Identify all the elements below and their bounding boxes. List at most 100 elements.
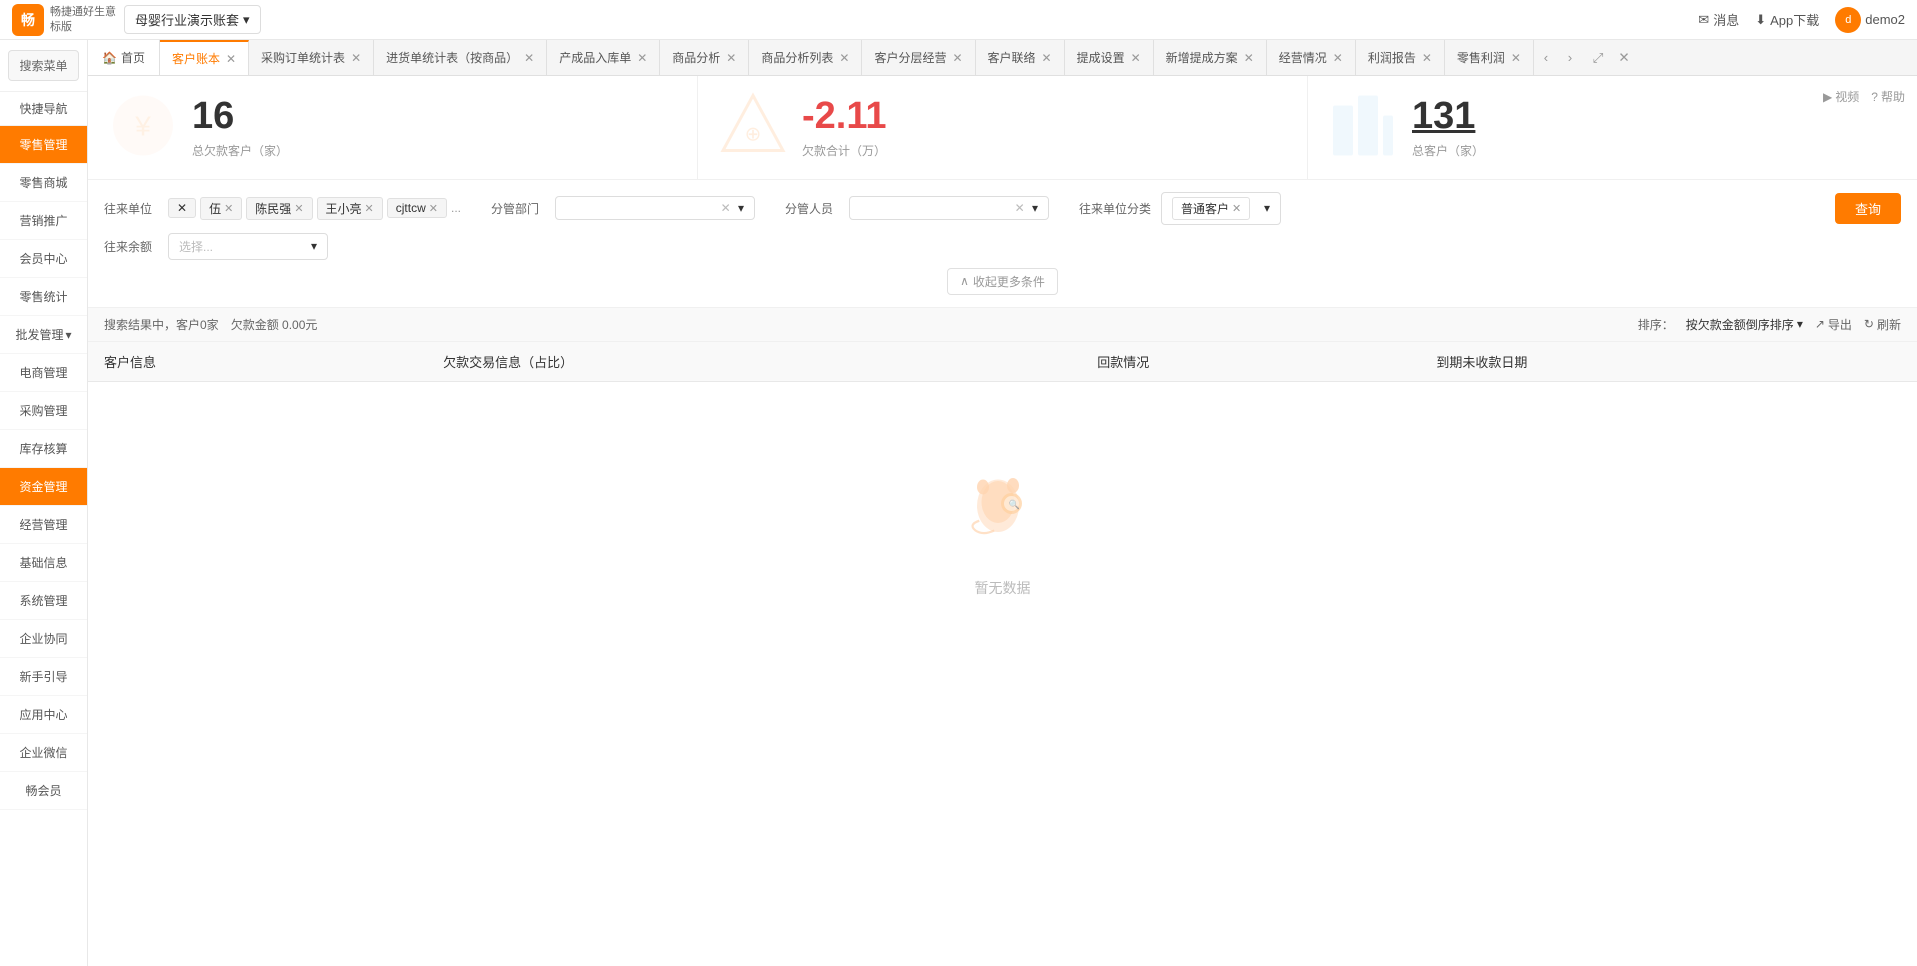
tab-close-icon[interactable]: ✕ (1333, 51, 1343, 65)
sidebar-item-retail-mall[interactable]: 零售商城 (0, 164, 87, 202)
sidebar-item-ecommerce[interactable]: 电商管理 (0, 354, 87, 392)
tab-profit-report[interactable]: 利润报告 ✕ (1356, 40, 1445, 76)
tab-goods-analysis-list[interactable]: 商品分析列表 ✕ (749, 40, 862, 76)
quick-nav-button[interactable]: 快捷导航 (0, 92, 87, 126)
stat-block-total: 131 总客户（家） ▶ 视频 ? 帮助 (1308, 76, 1917, 179)
unit-tag-cjttcw[interactable]: cjttcw ✕ (387, 198, 447, 218)
tab-production-inbound[interactable]: 产成品入库单 ✕ (547, 40, 660, 76)
sidebar-item-retail[interactable]: 零售管理 (0, 126, 87, 164)
tab-close-icon[interactable]: ✕ (952, 51, 962, 65)
tab-new-commission[interactable]: 新增提成方案 ✕ (1154, 40, 1267, 76)
tab-home[interactable]: 🏠 首页 (88, 40, 160, 76)
stat-value-amount: -2.11 (802, 96, 887, 138)
sort-prefix: 排序： (1638, 316, 1674, 333)
tag-close-icon[interactable]: ✕ (429, 202, 438, 215)
balance-select[interactable]: 选择... ▾ (168, 233, 328, 260)
tab-close-icon[interactable]: ✕ (1131, 51, 1141, 65)
unit-tag-wu[interactable]: 伍 ✕ (200, 197, 242, 220)
sidebar-item-marketing[interactable]: 营销推广 (0, 202, 87, 240)
dept-label: 分管部门 (491, 200, 545, 217)
sidebar-item-system[interactable]: 系统管理 (0, 582, 87, 620)
tab-close-icon[interactable]: ✕ (839, 51, 849, 65)
category-tag[interactable]: 普通客户 ✕ (1172, 197, 1250, 220)
home-icon: 🏠 (102, 51, 117, 65)
collapse-button[interactable]: ∧ 收起更多条件 (947, 268, 1058, 295)
search-menu-button[interactable]: 搜索菜单 (8, 50, 79, 81)
clear-icon[interactable]: ✕ (1015, 201, 1025, 215)
tab-close-icon[interactable]: ✕ (637, 51, 647, 65)
unit-tag-all[interactable]: ✕ (168, 198, 196, 218)
tag-close-icon[interactable]: ✕ (224, 202, 233, 215)
tab-close-icon[interactable]: ✕ (1042, 51, 1052, 65)
sidebar-item-newbie[interactable]: 新手引导 (0, 658, 87, 696)
tab-close-icon[interactable]: ✕ (524, 51, 534, 65)
tab-close-icon[interactable]: ✕ (226, 52, 236, 66)
sort-select[interactable]: 按欠款金额倒序排序 ▾ (1686, 316, 1803, 333)
sidebar-item-inventory[interactable]: 库存核算 (0, 430, 87, 468)
sidebar-item-app-center[interactable]: 应用中心 (0, 696, 87, 734)
sidebar-item-cooperation[interactable]: 企业协同 (0, 620, 87, 658)
dept-select[interactable]: ✕ ▾ (555, 196, 755, 220)
svg-text:⊕: ⊕ (745, 124, 762, 146)
export-button[interactable]: ↗ 导出 (1815, 316, 1852, 333)
tab-commission-settings[interactable]: 提成设置 ✕ (1065, 40, 1154, 76)
tag-close-icon[interactable]: ✕ (294, 202, 303, 215)
sidebar-item-purchase[interactable]: 采购管理 (0, 392, 87, 430)
empty-text: 暂无数据 (975, 578, 1031, 598)
person-label: 分管人员 (785, 200, 839, 217)
results-amount: 欠款金额 0.00元 (231, 316, 318, 333)
tag-close-icon[interactable]: ✕ (365, 202, 374, 215)
app-download-btn[interactable]: ⬇ App下载 (1755, 10, 1819, 29)
tab-customer-tier[interactable]: 客户分层经营 ✕ (862, 40, 975, 76)
tab-nav-left[interactable]: ‹ (1534, 40, 1558, 76)
clear-icon[interactable]: ✕ (721, 201, 731, 215)
tab-customer-ledger[interactable]: 客户账本 ✕ (160, 40, 249, 76)
tab-operations[interactable]: 经营情况 ✕ (1267, 40, 1356, 76)
results-info-right: 排序： 按欠款金额倒序排序 ▾ ↗ 导出 ↻ 刷新 (1638, 316, 1901, 333)
empty-state: 🔍 暂无数据 (88, 382, 1917, 678)
tab-goods-analysis[interactable]: 商品分析 ✕ (660, 40, 749, 76)
tab-purchase-order[interactable]: 采购订单统计表 ✕ (249, 40, 374, 76)
tab-customer-contact[interactable]: 客户联络 ✕ (976, 40, 1065, 76)
stat-label-amount: 欠款合计（万） (802, 142, 886, 159)
tag-close-icon[interactable]: ✕ (1232, 202, 1241, 215)
tab-close-icon[interactable]: ✕ (1511, 51, 1521, 65)
unit-tags: ✕ 伍 ✕ 陈民强 ✕ 王小亮 ✕ (168, 197, 461, 220)
account-selector[interactable]: 母婴行业演示账套 ▾ (124, 5, 261, 34)
sidebar-item-retail-stats[interactable]: 零售统计 (0, 278, 87, 316)
sidebar-item-operations[interactable]: 经营管理 (0, 506, 87, 544)
help-action-btn[interactable]: ? 帮助 (1871, 88, 1905, 105)
video-action-btn[interactable]: ▶ 视频 (1823, 88, 1859, 105)
category-select[interactable]: 普通客户 ✕ ▾ (1161, 192, 1281, 225)
sidebar-item-wholesale[interactable]: 批发管理 ▾ (0, 316, 87, 354)
export-icon: ↗ (1815, 317, 1825, 331)
unit-tag-chen[interactable]: 陈民强 ✕ (246, 197, 312, 220)
user-menu[interactable]: d demo2 (1835, 7, 1905, 33)
tab-close-icon[interactable]: ✕ (726, 51, 736, 65)
sidebar-search-section: 搜索菜单 (0, 40, 87, 92)
query-button[interactable]: 查询 (1835, 193, 1901, 224)
filter-more-btn[interactable]: ... (451, 201, 461, 215)
sidebar-item-wechat[interactable]: 企业微信 (0, 734, 87, 772)
messages-btn[interactable]: ✉ 消息 (1698, 10, 1739, 29)
unit-tag-wang[interactable]: 王小亮 ✕ (317, 197, 383, 220)
tab-close-icon[interactable]: ✕ (351, 51, 361, 65)
tab-close-all-btn[interactable]: ✕ (1612, 40, 1636, 76)
tab-close-icon[interactable]: ✕ (1422, 51, 1432, 65)
sidebar-item-vip[interactable]: 畅会员 (0, 772, 87, 810)
col-repayment: 回款情况 (1081, 342, 1420, 382)
tab-expand-btn[interactable]: ⤢ (1586, 40, 1610, 76)
sidebar-item-basic-info[interactable]: 基础信息 (0, 544, 87, 582)
refresh-button[interactable]: ↻ 刷新 (1864, 316, 1901, 333)
person-select[interactable]: ✕ ▾ (849, 196, 1049, 220)
stat-value-total: 131 (1412, 96, 1475, 138)
tab-inbound-stats[interactable]: 进货单统计表（按商品） ✕ (374, 40, 547, 76)
stat-block-amount: ⊕ -2.11 欠款合计（万） (698, 76, 1308, 179)
page-content: ¥ 16 总欠款客户（家） ⊕ -2.11 欠款合计（万） (88, 76, 1917, 966)
tab-nav-right[interactable]: › (1558, 40, 1582, 76)
sidebar-item-member[interactable]: 会员中心 (0, 240, 87, 278)
tab-close-icon[interactable]: ✕ (1244, 51, 1254, 65)
sidebar-item-finance[interactable]: 资金管理 (0, 468, 87, 506)
person-select-actions: ✕ ▾ (1015, 201, 1038, 215)
tab-retail-profit[interactable]: 零售利润 ✕ (1445, 40, 1534, 76)
